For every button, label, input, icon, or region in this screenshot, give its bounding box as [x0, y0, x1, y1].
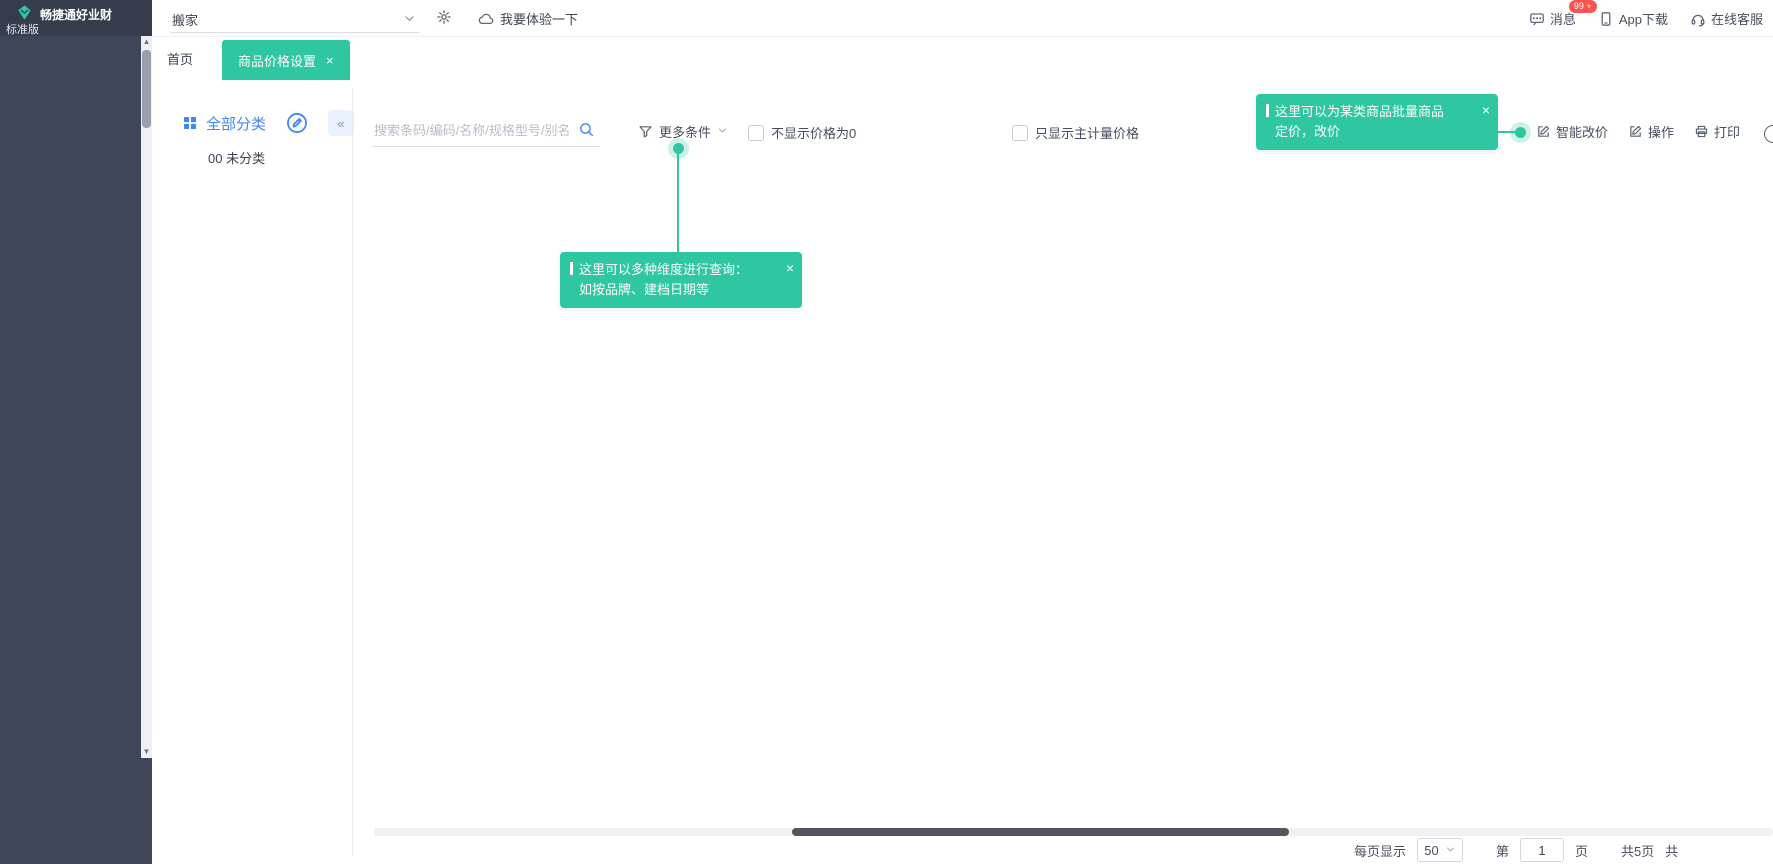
- tooltip-text: 如按品牌、建档日期等: [579, 282, 710, 297]
- clipped-toolbar-icon[interactable]: [1764, 125, 1773, 143]
- pagination: 每页显示 50 第 页 共5页 共: [1354, 838, 1678, 862]
- sidebar-scrollbar[interactable]: ▲ ▼: [141, 36, 152, 758]
- per-page-label: 每页显示: [1354, 843, 1407, 859]
- category-title[interactable]: 全部分类: [206, 113, 266, 134]
- tooltip-close-icon[interactable]: ×: [786, 258, 794, 278]
- pulse-dot: [1515, 127, 1526, 138]
- tab-bar: 首页 商品价格设置 ×: [152, 37, 1773, 80]
- horizontal-scrollbar-thumb[interactable]: [792, 828, 1289, 836]
- tooltip-text: 这里可以多种维度进行查询：: [579, 262, 749, 277]
- support-button[interactable]: 在线客服: [1690, 9, 1763, 28]
- tooltip-text: 这里可以为某类商品批量商品: [1275, 104, 1445, 119]
- scroll-up-icon[interactable]: ▲: [141, 36, 152, 48]
- search-underline: [372, 146, 600, 147]
- app-download-label: App下载: [1618, 12, 1668, 27]
- tab-home[interactable]: 首页: [167, 49, 193, 68]
- phone-icon: [1598, 11, 1614, 27]
- messages-badge: 99 +: [1568, 0, 1597, 13]
- org-name: 搬家: [172, 13, 199, 28]
- print-button[interactable]: 打印: [1694, 122, 1745, 141]
- total-count-clipped: 共: [1665, 843, 1679, 859]
- search-input[interactable]: [372, 116, 574, 144]
- collapse-panel-button[interactable]: «: [328, 110, 355, 136]
- app-download-button[interactable]: App下载: [1598, 9, 1668, 28]
- chevron-down-icon[interactable]: [403, 12, 416, 28]
- print-label: 打印: [1714, 125, 1741, 140]
- page-suffix: 页: [1575, 843, 1589, 859]
- category-panel-header: 全部分类 «: [182, 110, 355, 136]
- brand-edition: 标准版: [6, 24, 39, 36]
- sidebar: 畅捷通好业财 标准版 ▲ ▼: [0, 0, 152, 864]
- support-label: 在线客服: [1710, 12, 1763, 27]
- chevron-down-icon: [717, 124, 728, 139]
- topbar-right: 消息 99 + App下载 在线客服: [1529, 0, 1763, 28]
- tooltip-text: 定价，改价: [1275, 124, 1341, 139]
- tooltip-marker: [570, 262, 573, 275]
- tab-close-icon[interactable]: ×: [326, 53, 334, 68]
- tab-product-price-settings[interactable]: 商品价格设置 ×: [222, 40, 350, 80]
- cloud-icon: [478, 11, 494, 27]
- topbar: 搬家 我要体验一下 消息 99 + App下载 在线客服: [152, 0, 1773, 37]
- chat-icon: [1529, 11, 1545, 27]
- smart-reprice-button[interactable]: 智能改价: [1536, 122, 1608, 141]
- settings-gear-icon[interactable]: [436, 9, 452, 28]
- brand-title: 畅捷通好业财: [40, 8, 113, 22]
- tooltip-close-icon[interactable]: ×: [1482, 100, 1490, 120]
- search-icon[interactable]: [578, 121, 595, 138]
- messages-button[interactable]: 消息 99 +: [1529, 0, 1597, 28]
- sidebar-scroll-thumb[interactable]: [142, 50, 151, 128]
- smart-reprice-label: 智能改价: [1556, 125, 1609, 140]
- checkbox-label: 不显示价格为0: [771, 126, 857, 141]
- org-select[interactable]: 搬家: [170, 8, 420, 33]
- checkbox-main-unit-only[interactable]: 只显示主计量价格: [1012, 123, 1139, 142]
- total-pages: 共5页: [1621, 843, 1655, 859]
- checkbox-hide-zero-price[interactable]: 不显示价格为0: [748, 123, 856, 142]
- scroll-down-icon[interactable]: ▼: [141, 746, 152, 758]
- edit-pencil-icon: [1536, 124, 1551, 139]
- filter-funnel-icon: [638, 124, 653, 139]
- tooltip-marker: [1266, 104, 1269, 117]
- per-page-value: 50: [1424, 842, 1439, 858]
- operate-label: 操作: [1648, 125, 1675, 140]
- tooltip-connector: [677, 153, 679, 252]
- tooltip-connector: [1490, 131, 1516, 133]
- checkbox-label: 只显示主计量价格: [1035, 126, 1140, 141]
- table-actions: 智能改价 操作 打印: [1536, 122, 1745, 141]
- coach-tooltip-query-dimensions: × 这里可以多种维度进行查询： 如按品牌、建档日期等: [560, 252, 802, 308]
- brand: 畅捷通好业财 标准版: [0, 0, 152, 36]
- more-conditions-label: 更多条件: [659, 125, 712, 140]
- grid-icon: [182, 115, 198, 131]
- app-window: 畅捷通好业财 标准版 ▲ ▼ 搬家 我要体验一下 消息 99 + App下载 在…: [0, 0, 1773, 864]
- panel-divider: [352, 88, 353, 856]
- category-item-uncategorized[interactable]: 00 未分类: [208, 148, 265, 167]
- printer-icon: [1694, 124, 1709, 139]
- per-page-select[interactable]: 50: [1417, 838, 1464, 862]
- headset-icon: [1690, 11, 1706, 27]
- pulse-dot: [673, 143, 684, 154]
- tab-label: 商品价格设置: [238, 53, 317, 69]
- experience-label: 我要体验一下: [500, 12, 579, 27]
- checkbox[interactable]: [748, 124, 764, 141]
- page-number-input[interactable]: [1520, 838, 1565, 862]
- chevron-down-icon: [1445, 844, 1456, 857]
- edit-pencil-icon: [1628, 124, 1643, 139]
- page-prefix: 第: [1496, 843, 1510, 859]
- coach-tooltip-batch-pricing: × 这里可以为某类商品批量商品 定价，改价: [1256, 94, 1498, 150]
- edit-category-icon[interactable]: [286, 112, 308, 134]
- checkbox[interactable]: [1012, 124, 1028, 141]
- experience-link[interactable]: 我要体验一下: [478, 9, 578, 28]
- operate-button[interactable]: 操作: [1628, 122, 1674, 141]
